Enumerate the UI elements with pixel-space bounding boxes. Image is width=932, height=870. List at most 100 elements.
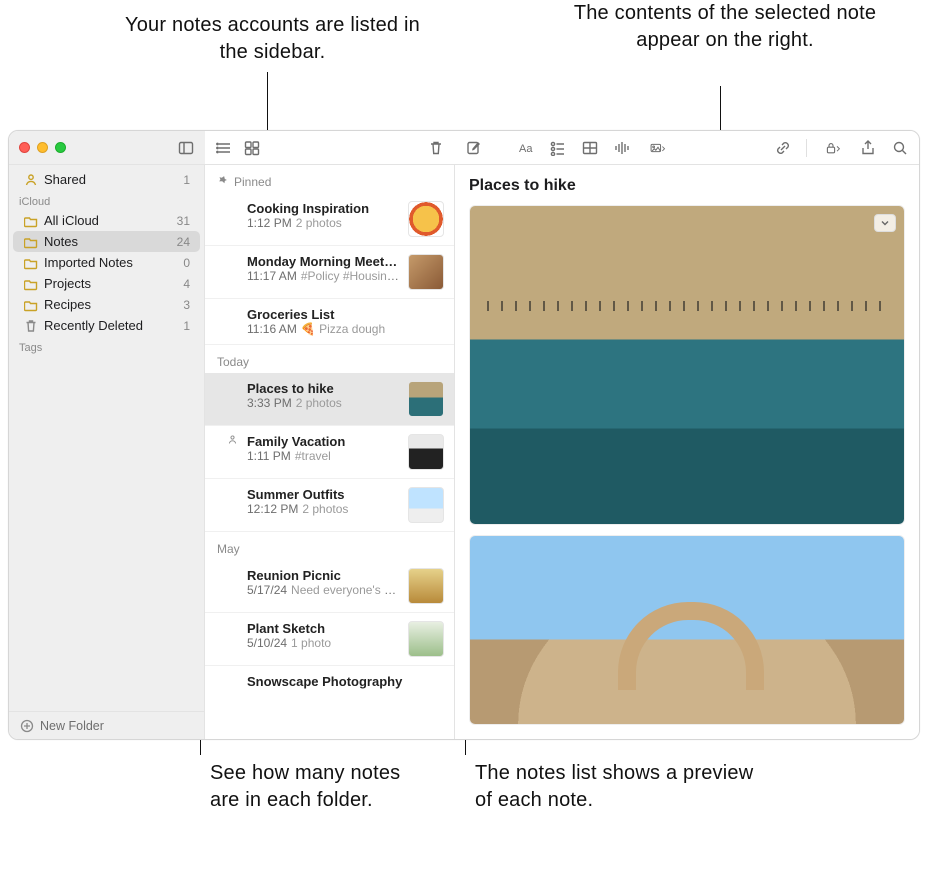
note-item[interactable]: Places to hike 3:33 PM 2 photos	[205, 373, 454, 426]
svg-text:Aa: Aa	[519, 143, 533, 155]
note-meta: 2 photos	[296, 396, 342, 410]
trash-icon	[23, 318, 38, 333]
note-title: Snowscape Photography	[247, 674, 444, 689]
sidebar-item-count: 0	[183, 256, 190, 270]
list-header-label: Pinned	[234, 175, 271, 189]
folder-icon	[23, 213, 38, 228]
note-item[interactable]: Snowscape Photography	[205, 666, 454, 697]
shared-icon	[23, 172, 38, 187]
note-meta: Need everyone's u…	[291, 583, 400, 597]
callout-sidebar-accounts: Your notes accounts are listed in the si…	[125, 12, 420, 66]
callout-note-contents: The contents of the selected note appear…	[560, 0, 890, 54]
shared-glyph-icon	[225, 434, 239, 445]
note-time: 11:17 AM	[247, 269, 297, 283]
sidebar-item-label: Imported Notes	[44, 255, 133, 270]
sidebar-item-label: Notes	[44, 234, 78, 249]
format-icon[interactable]: Aa	[517, 139, 535, 157]
note-time: 12:12 PM	[247, 502, 298, 516]
sidebar-item-all-icloud[interactable]: All iCloud 31	[13, 210, 200, 231]
note-meta: 2 photos	[296, 216, 342, 230]
note-item[interactable]: Summer Outfits 12:12 PM2 photos	[205, 479, 454, 532]
notes-window: Aa	[8, 130, 920, 740]
photo-menu-icon[interactable]	[874, 214, 896, 232]
note-title: Family Vacation	[247, 434, 400, 449]
titlebar-editor: Aa	[455, 131, 919, 165]
sidebar-item-notes[interactable]: Notes 24	[13, 231, 200, 252]
new-folder-label: New Folder	[40, 719, 104, 733]
toggle-sidebar-icon[interactable]	[177, 139, 195, 157]
note-time: 1:11 PM	[247, 449, 291, 463]
note-time: 1:12 PM	[247, 216, 292, 230]
media-icon[interactable]	[645, 139, 671, 157]
lock-icon[interactable]	[821, 139, 845, 157]
note-title: Monday Morning Meeting	[247, 254, 400, 269]
callout-note-preview: The notes list shows a preview of each n…	[475, 760, 755, 814]
gallery-view-icon[interactable]	[243, 139, 261, 157]
editor-note-title[interactable]: Places to hike	[469, 177, 905, 195]
sidebar-item-recipes[interactable]: Recipes 3	[13, 294, 200, 315]
note-title: Groceries List	[247, 307, 444, 322]
zoom-button[interactable]	[55, 142, 66, 153]
pin-icon	[217, 175, 228, 189]
plus-circle-icon	[19, 718, 34, 733]
list-view-icon[interactable]	[215, 139, 233, 157]
notes-list: Pinned Cooking Inspiration 1:12 PM 2 phot…	[205, 165, 455, 739]
callout-folder-count: See how many notes are in each folder.	[210, 760, 420, 814]
note-title: Summer Outfits	[247, 487, 400, 502]
note-title: Reunion Picnic	[247, 568, 400, 583]
note-item[interactable]: Cooking Inspiration 1:12 PM 2 photos	[205, 193, 454, 246]
share-icon[interactable]	[859, 139, 877, 157]
editor-photo[interactable]	[469, 205, 905, 525]
note-title: Places to hike	[247, 381, 400, 396]
sidebar-item-count: 1	[183, 319, 190, 333]
note-thumbnail	[408, 381, 444, 417]
new-note-icon[interactable]	[465, 139, 483, 157]
note-meta: #travel	[295, 449, 331, 463]
note-thumbnail	[408, 568, 444, 604]
note-title: Plant Sketch	[247, 621, 400, 636]
sidebar-item-shared[interactable]: Shared 1	[13, 169, 200, 190]
note-thumbnail	[408, 621, 444, 657]
note-item[interactable]: Monday Morning Meeting 11:17 AM#Policy #…	[205, 246, 454, 299]
note-item[interactable]: Reunion Picnic 5/17/24Need everyone's u…	[205, 560, 454, 613]
note-title: Cooking Inspiration	[247, 201, 400, 216]
sidebar: Shared 1 iCloud All iCloud 31 Notes 24 I…	[9, 165, 205, 739]
note-thumbnail	[408, 434, 444, 470]
link-icon[interactable]	[774, 139, 792, 157]
delete-note-icon[interactable]	[427, 139, 445, 157]
callout-line	[267, 72, 268, 132]
close-button[interactable]	[19, 142, 30, 153]
sidebar-section-icloud: iCloud	[9, 190, 204, 210]
note-time: 5/10/24	[247, 636, 287, 650]
note-thumbnail	[408, 254, 444, 290]
checklist-icon[interactable]	[549, 139, 567, 157]
editor-photo[interactable]	[469, 535, 905, 725]
note-item[interactable]: Family Vacation 1:11 PM #travel	[205, 426, 454, 479]
table-icon[interactable]	[581, 139, 599, 157]
sidebar-item-recently-deleted[interactable]: Recently Deleted 1	[13, 315, 200, 336]
list-section-may: May	[205, 532, 454, 560]
new-folder-button[interactable]: New Folder	[9, 711, 204, 739]
search-icon[interactable]	[891, 139, 909, 157]
note-meta: 1 photo	[291, 636, 331, 650]
folder-icon	[23, 276, 38, 291]
sidebar-item-count: 1	[183, 173, 190, 187]
sidebar-item-count: 31	[177, 214, 190, 228]
note-item[interactable]: Groceries List 11:16 AM 🍕 Pizza dough	[205, 299, 454, 345]
sidebar-item-projects[interactable]: Projects 4	[13, 273, 200, 294]
folder-icon	[23, 255, 38, 270]
note-item[interactable]: Plant Sketch 5/10/24 1 photo	[205, 613, 454, 666]
sidebar-item-label: Recipes	[44, 297, 91, 312]
note-meta: 🍕 Pizza dough	[301, 322, 385, 336]
sidebar-item-label: Recently Deleted	[44, 318, 143, 333]
sidebar-item-label: Projects	[44, 276, 91, 291]
folder-icon	[23, 297, 38, 312]
window-controls	[19, 142, 66, 153]
minimize-button[interactable]	[37, 142, 48, 153]
note-time: 3:33 PM	[247, 396, 292, 410]
audio-icon[interactable]	[613, 139, 631, 157]
sidebar-item-count: 3	[183, 298, 190, 312]
note-time: 11:16 AM	[247, 322, 297, 336]
sidebar-item-imported[interactable]: Imported Notes 0	[13, 252, 200, 273]
sidebar-section-tags: Tags	[9, 336, 204, 356]
